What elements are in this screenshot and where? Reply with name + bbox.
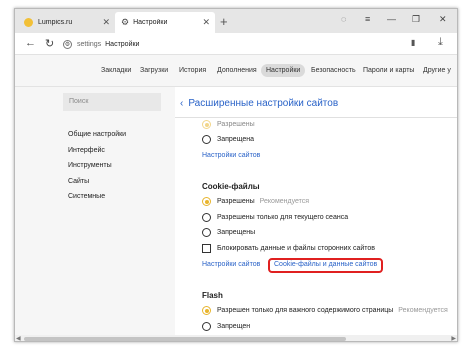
radio-cookies-allowed[interactable]: Разрешены Рекомендуется xyxy=(202,197,309,206)
tab-label: Настройки xyxy=(133,19,168,26)
colors-icon[interactable]: ◌ xyxy=(341,14,346,24)
radio-flash-important[interactable]: Разрешен только для важного содержимого … xyxy=(202,306,448,315)
radio-icon xyxy=(202,135,211,144)
tab-lumpics[interactable]: Lumpics.ru ✕ xyxy=(18,12,115,33)
radio-icon xyxy=(202,322,211,331)
bookmark-icon[interactable]: ▮ xyxy=(411,38,415,47)
menu-icon[interactable]: ≡ xyxy=(365,14,370,24)
checkbox-block-third-party[interactable]: Блокировать данные и файлы сторонних сай… xyxy=(202,244,375,253)
radio-icon xyxy=(202,197,211,206)
divider xyxy=(175,117,457,118)
tab-label: Lumpics.ru xyxy=(38,19,73,26)
recommended-hint: Рекомендуется xyxy=(259,198,310,205)
scrollbar-thumb[interactable] xyxy=(24,337,346,341)
gear-icon: ⚙ xyxy=(121,17,130,27)
sidebar-item-interface[interactable]: Интерфейс xyxy=(68,147,105,154)
url-title: Настройки xyxy=(105,40,140,48)
recommended-hint: Рекомендуется xyxy=(398,307,448,314)
new-tab-button[interactable]: + xyxy=(220,14,228,29)
scroll-left-icon[interactable]: ◀ xyxy=(16,335,21,341)
nav-downloads[interactable]: Загрузки xyxy=(140,67,168,74)
close-icon[interactable]: ✕ xyxy=(102,17,110,28)
nav-security[interactable]: Безопасность xyxy=(311,67,356,74)
radio-prev-allowed[interactable]: Разрешены xyxy=(202,120,255,129)
page-title[interactable]: ‹ Расширенные настройки сайтов xyxy=(180,98,338,109)
nav-passwords[interactable]: Пароли и карты xyxy=(363,67,414,74)
radio-flash-blocked[interactable]: Запрещен xyxy=(202,322,250,331)
sidebar-item-general[interactable]: Общие настройки xyxy=(68,131,126,138)
cookies-and-site-data-link[interactable]: Cookie-файлы и данные сайтов xyxy=(274,261,377,268)
tab-settings[interactable]: ⚙ Настройки ✕ xyxy=(115,12,215,33)
browser-window: Lumpics.ru ✕ ⚙ Настройки ✕ + ◌ ≡ — ❐ ✕ ←… xyxy=(14,8,458,342)
nav-history[interactable]: История xyxy=(179,67,206,74)
lumpics-favicon-icon xyxy=(24,18,33,27)
radio-cookies-session[interactable]: Разрешены только для текущего сеанса xyxy=(202,213,348,222)
restore-button[interactable]: ❐ xyxy=(412,14,420,25)
horizontal-scrollbar[interactable]: ◀ ▶ xyxy=(15,335,457,341)
site-info-icon[interactable]: ⚙ xyxy=(63,39,72,49)
cookies-section-title: Cookie-файлы xyxy=(202,182,260,191)
site-settings-link[interactable]: Настройки сайтов xyxy=(202,152,260,159)
close-window-button[interactable]: ✕ xyxy=(439,14,447,25)
minimize-button[interactable]: — xyxy=(387,14,396,24)
search-input[interactable]: Поиск xyxy=(63,93,161,111)
flash-section-title: Flash xyxy=(202,291,223,300)
nav-settings[interactable]: Настройки xyxy=(261,64,306,77)
nav-extensions[interactable]: Дополнения xyxy=(217,67,257,74)
back-icon[interactable]: ← xyxy=(25,37,36,49)
radio-icon xyxy=(202,120,211,129)
nav-bookmarks[interactable]: Закладки xyxy=(101,67,131,74)
tab-bar: Lumpics.ru ✕ ⚙ Настройки ✕ + ◌ ≡ — ❐ ✕ xyxy=(15,9,457,33)
sidebar-item-sites[interactable]: Сайты xyxy=(68,178,89,185)
chevron-left-icon: ‹ xyxy=(180,98,184,109)
settings-content: ‹ Расширенные настройки сайтов Разрешены … xyxy=(175,87,457,341)
close-icon[interactable]: ✕ xyxy=(202,17,210,28)
url-field[interactable]: ⚙ settings Настройки xyxy=(63,36,413,52)
download-icon[interactable]: ⤓ xyxy=(438,36,443,49)
radio-icon xyxy=(202,213,211,222)
sidebar-item-tools[interactable]: Инструменты xyxy=(68,162,112,169)
radio-icon xyxy=(202,306,211,315)
scroll-right-icon[interactable]: ▶ xyxy=(451,335,456,341)
address-bar: ← ↻ ⚙ settings Настройки ▮ ⤓ xyxy=(15,33,457,55)
nav-other[interactable]: Другие у xyxy=(423,67,451,74)
cookie-site-settings-link[interactable]: Настройки сайтов xyxy=(202,261,260,268)
radio-prev-blocked[interactable]: Запрещена xyxy=(202,135,254,144)
radio-cookies-blocked[interactable]: Запрещены xyxy=(202,228,255,237)
url-key: settings xyxy=(77,40,102,48)
radio-icon xyxy=(202,228,211,237)
checkbox-icon xyxy=(202,244,211,253)
settings-sidebar: Поиск Общие настройки Интерфейс Инструме… xyxy=(15,87,175,341)
reload-icon[interactable]: ↻ xyxy=(45,37,54,50)
settings-top-nav: Закладки Загрузки История Дополнения Нас… xyxy=(15,55,457,87)
sidebar-item-system[interactable]: Системные xyxy=(68,193,105,200)
